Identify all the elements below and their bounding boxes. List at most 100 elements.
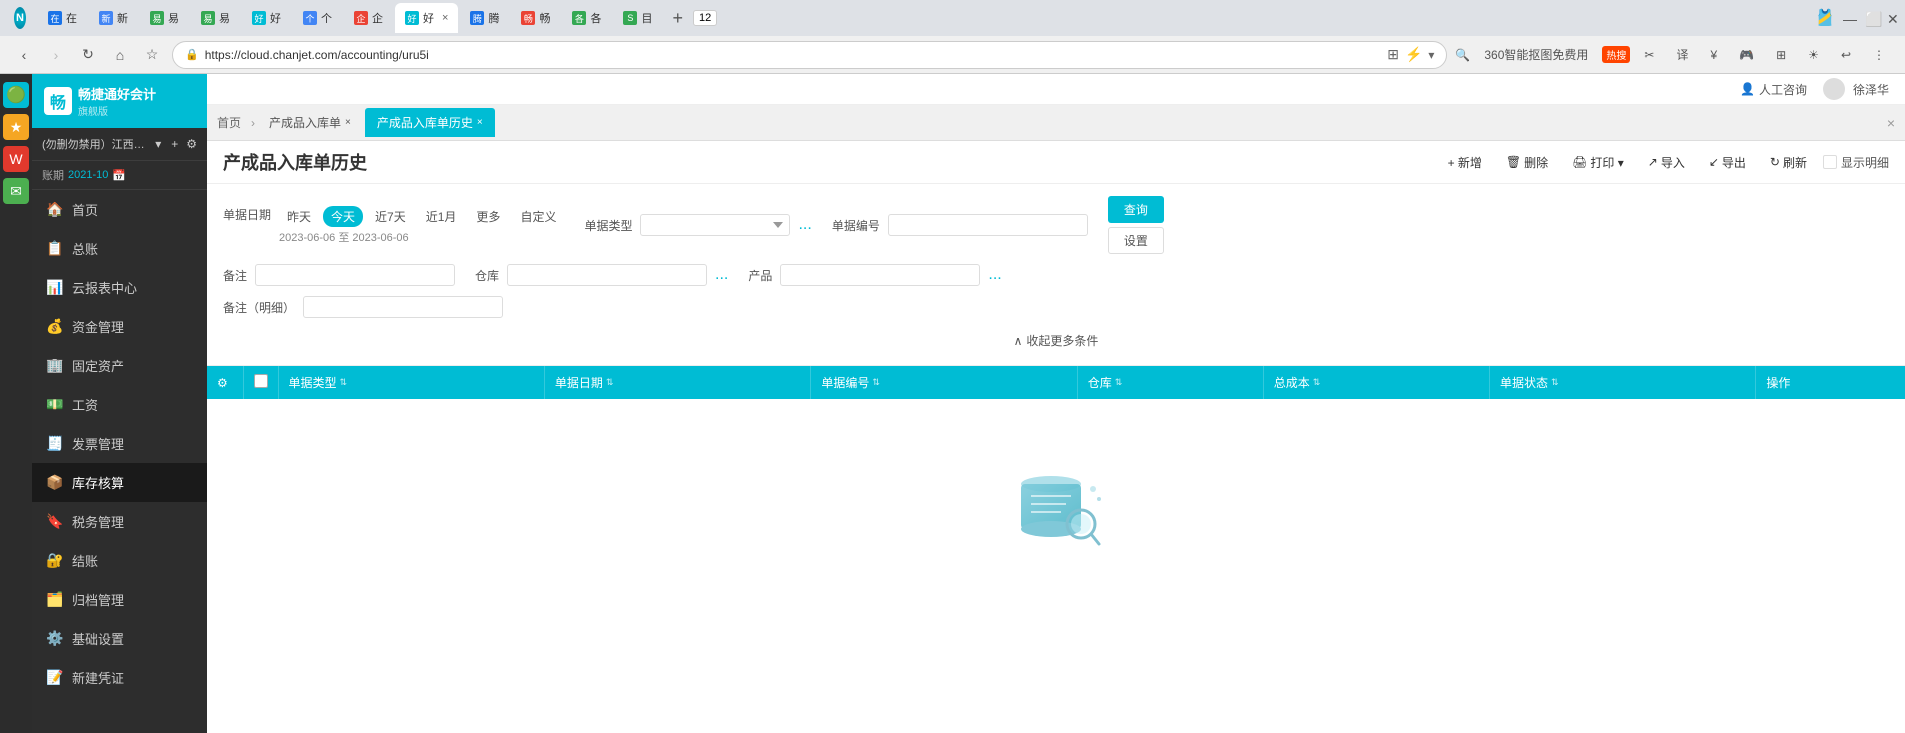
tab-xin[interactable]: 新 新: [89, 3, 138, 33]
remark-input[interactable]: [255, 264, 455, 286]
icon-chanjet[interactable]: 🟢: [3, 82, 29, 108]
sidebar-item-ledger[interactable]: 📋 总账: [32, 229, 207, 268]
settings-icon[interactable]: ⚙: [186, 137, 197, 151]
back-button[interactable]: ‹: [12, 43, 36, 67]
grid-tool[interactable]: ⊞: [1768, 45, 1794, 65]
col-check[interactable]: [243, 366, 278, 399]
bookmark-button[interactable]: ☆: [140, 43, 164, 67]
close-tab-active[interactable]: ×: [442, 12, 448, 24]
icon-weibo[interactable]: W: [3, 146, 29, 172]
print-button[interactable]: 🖨 打印 ▾: [1564, 150, 1632, 175]
sidebar-item-salary[interactable]: 💵 工资: [32, 385, 207, 424]
yuan-tool[interactable]: ¥: [1702, 45, 1725, 65]
query-button[interactable]: 查询: [1108, 196, 1164, 223]
sidebar-item-assets[interactable]: 🏢 固定资产: [32, 346, 207, 385]
tab-yi1[interactable]: 易 易: [140, 3, 189, 33]
col-gear[interactable]: ⚙: [207, 366, 243, 399]
ai-consult-button[interactable]: 👤 人工咨询: [1740, 81, 1807, 98]
status-sort[interactable]: 单据状态 ⇅: [1500, 374, 1745, 391]
undo-tool[interactable]: ↩: [1833, 45, 1859, 65]
icon-star[interactable]: ★: [3, 114, 29, 140]
sidebar-item-invoice[interactable]: 🧾 发票管理: [32, 424, 207, 463]
refresh-button-toolbar[interactable]: ↻ 刷新: [1762, 150, 1815, 175]
show-cols-checkbox[interactable]: [1823, 155, 1837, 169]
show-cols-toggle[interactable]: 显示明细: [1823, 154, 1889, 171]
tab-yi2[interactable]: 易 易: [191, 3, 240, 33]
sun-tool[interactable]: ☀: [1800, 45, 1827, 65]
tab-ge[interactable]: 个 个: [293, 3, 342, 33]
sidebar-item-close[interactable]: 🔐 结账: [32, 541, 207, 580]
type-sort[interactable]: 单据类型 ⇅: [289, 374, 534, 391]
smart-cutout[interactable]: 360智能抠图免费用: [1476, 43, 1596, 66]
date-1month[interactable]: 近1月: [418, 206, 465, 227]
apps-icon[interactable]: ⊞: [1387, 46, 1399, 63]
sidebar-item-tax[interactable]: 🔖 税务管理: [32, 502, 207, 541]
tab-list[interactable]: 产成品入库单 ×: [257, 108, 363, 137]
new-tab-button[interactable]: +: [664, 8, 691, 29]
home-button[interactable]: ⌂: [108, 43, 132, 67]
date-custom[interactable]: 自定义: [512, 206, 564, 227]
period-selector[interactable]: 账期 2021-10 📅: [32, 161, 207, 190]
lightning-icon[interactable]: ⚡: [1405, 46, 1422, 63]
collapse-button[interactable]: ∧ 收起更多条件: [1010, 328, 1103, 353]
nav-tab-0[interactable]: N: [4, 3, 36, 33]
date-7days[interactable]: 近7天: [367, 206, 414, 227]
filter-settings-button[interactable]: 设置: [1108, 227, 1164, 254]
sidebar-item-inventory[interactable]: 📦 库存核算: [32, 463, 207, 502]
tab-teng[interactable]: 腾 腾: [460, 3, 509, 33]
maximize-button[interactable]: ⬜: [1865, 11, 1879, 25]
sidebar-item-funds[interactable]: 💰 资金管理: [32, 307, 207, 346]
url-bar[interactable]: 🔒 https://cloud.chanjet.com/accounting/u…: [172, 41, 1447, 69]
sidebar-item-new-voucher[interactable]: 📝 新建凭证: [32, 658, 207, 697]
number-sort[interactable]: 单据编号 ⇅: [821, 374, 1066, 391]
tab-mu[interactable]: S 目: [613, 3, 662, 33]
number-input[interactable]: [888, 214, 1088, 236]
tab-qi[interactable]: 企 企: [344, 3, 393, 33]
sidebar-item-home[interactable]: 🏠 首页: [32, 190, 207, 229]
tab-chang[interactable]: 畅 畅: [511, 3, 560, 33]
close-list-tab[interactable]: ×: [345, 117, 351, 128]
type-select[interactable]: [640, 214, 790, 236]
export-button[interactable]: ↙ 导出: [1701, 150, 1754, 175]
sidebar-item-base[interactable]: ⚙️ 基础设置: [32, 619, 207, 658]
forward-button[interactable]: ›: [44, 43, 68, 67]
icon-mail[interactable]: ✉: [3, 178, 29, 204]
import-button[interactable]: ↗ 导入: [1640, 150, 1693, 175]
minimize-button[interactable]: —: [1843, 11, 1857, 25]
close-panel-button[interactable]: ×: [1887, 115, 1895, 131]
tab-history[interactable]: 产成品入库单历史 ×: [365, 108, 495, 137]
game-tool[interactable]: 🎮: [1731, 45, 1762, 65]
add-org-icon[interactable]: +: [171, 137, 178, 151]
tab-hao2-active[interactable]: 好 好 ×: [395, 3, 458, 33]
cost-sort[interactable]: 总成本 ⇅: [1274, 374, 1479, 391]
gear-icon[interactable]: ⚙: [217, 376, 228, 390]
sidebar-item-archive[interactable]: 🗂️ 归档管理: [32, 580, 207, 619]
tab-hao1[interactable]: 好 好: [242, 3, 291, 33]
breadcrumb-home[interactable]: 首页: [217, 114, 241, 131]
tab-ge2[interactable]: 各 各: [562, 3, 611, 33]
scissors-tool[interactable]: ✂: [1636, 45, 1662, 65]
tab-count[interactable]: 12: [693, 10, 717, 26]
date-today[interactable]: 今天: [323, 206, 363, 227]
dropdown-icon[interactable]: ▾: [1428, 48, 1434, 62]
close-history-tab[interactable]: ×: [477, 117, 483, 128]
product-input[interactable]: [780, 264, 980, 286]
user-info[interactable]: 徐泽华: [1823, 78, 1889, 100]
org-selector[interactable]: (勿删勿禁用）江西腿宝测试专用 ▾ + ⚙: [32, 128, 207, 161]
warehouse-input[interactable]: [507, 264, 707, 286]
date-more[interactable]: 更多: [468, 206, 508, 227]
sidebar-item-report[interactable]: 📊 云报表中心: [32, 268, 207, 307]
close-window-button[interactable]: ✕: [1887, 11, 1901, 25]
warehouse-sort[interactable]: 仓库 ⇅: [1088, 374, 1253, 391]
more-tool[interactable]: ⋮: [1865, 45, 1893, 65]
delete-button[interactable]: 🗑 删除: [1498, 150, 1556, 175]
date-sort[interactable]: 单据日期 ⇅: [555, 374, 800, 391]
clothes-icon[interactable]: 🎽: [1815, 8, 1835, 28]
date-yesterday[interactable]: 昨天: [279, 206, 319, 227]
select-all-checkbox[interactable]: [254, 374, 268, 388]
translate-tool[interactable]: 译: [1668, 43, 1696, 66]
refresh-button[interactable]: ↻: [76, 43, 100, 67]
tab-zai[interactable]: 在 在: [38, 3, 87, 33]
remark-detail-input[interactable]: [303, 296, 503, 318]
add-button[interactable]: + 新增: [1440, 150, 1490, 175]
